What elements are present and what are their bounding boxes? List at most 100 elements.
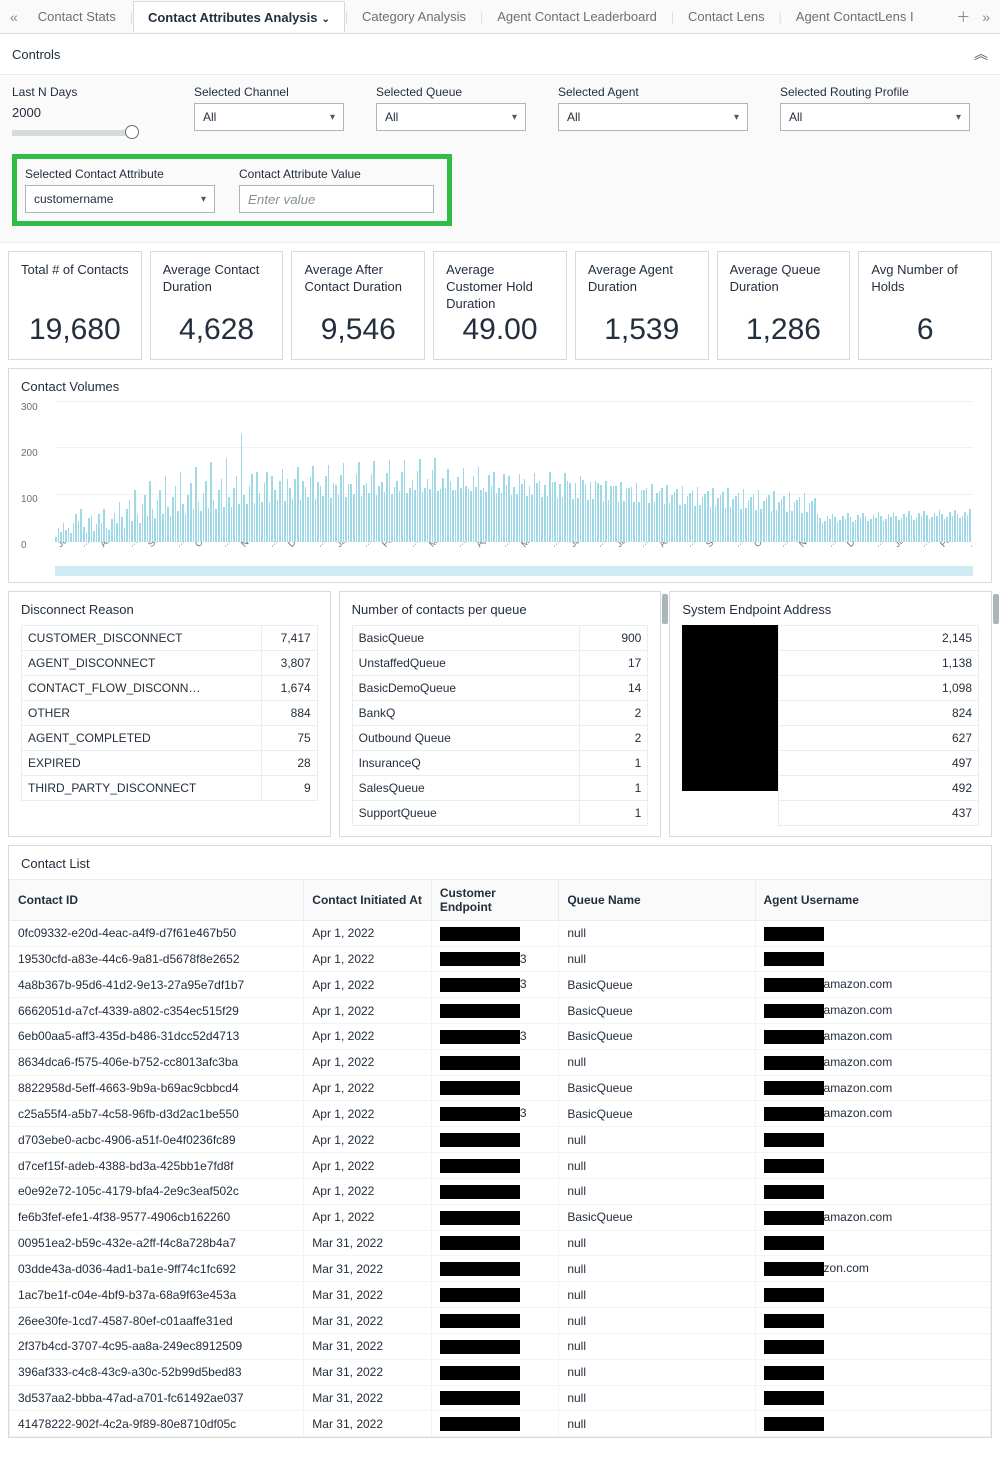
chart-bar[interactable] xyxy=(654,502,656,541)
chart-bar[interactable] xyxy=(748,500,750,542)
chart-bar[interactable] xyxy=(572,499,574,542)
chart-bar[interactable] xyxy=(745,508,747,542)
chart-bar[interactable] xyxy=(590,482,592,542)
chart-bar[interactable] xyxy=(371,474,373,542)
chart-bar[interactable] xyxy=(847,513,849,541)
chart-bar[interactable] xyxy=(926,515,928,542)
table-row[interactable]: 396af333-c4c8-43c9-a30c-52b99d5bed83Mar … xyxy=(10,1359,991,1385)
tab-contact-stats[interactable]: Contact Stats xyxy=(24,1,130,32)
chart-bar[interactable] xyxy=(277,500,279,542)
chart-bar[interactable] xyxy=(114,513,116,542)
chart-bar[interactable] xyxy=(366,483,368,542)
chart-bar[interactable] xyxy=(297,467,299,542)
chart-bar[interactable] xyxy=(249,486,251,542)
chart-bar[interactable] xyxy=(885,519,887,542)
chart-bar[interactable] xyxy=(175,486,177,542)
chart-bar[interactable] xyxy=(923,511,925,542)
selected-queue-select[interactable]: All ▾ xyxy=(376,103,526,131)
chart-bar[interactable] xyxy=(725,508,727,542)
chart-bar[interactable] xyxy=(241,434,243,541)
chart-bar[interactable] xyxy=(809,503,811,541)
chart-bar[interactable] xyxy=(305,487,307,542)
chart-bar[interactable] xyxy=(498,488,500,542)
chart-bar[interactable] xyxy=(697,487,699,542)
chart-bar[interactable] xyxy=(389,460,391,541)
chart-bar[interactable] xyxy=(613,486,615,542)
chart-bar[interactable] xyxy=(266,472,268,542)
selected-agent-select[interactable]: All ▾ xyxy=(558,103,748,131)
chart-bar[interactable] xyxy=(615,486,617,542)
chart-bar[interactable] xyxy=(597,483,599,542)
chart-bar[interactable] xyxy=(669,503,671,541)
chart-bar[interactable] xyxy=(434,458,436,542)
chart-bar[interactable] xyxy=(722,492,724,541)
chart-bar[interactable] xyxy=(949,512,951,541)
chart-bar[interactable] xyxy=(911,515,913,542)
chart-bar[interactable] xyxy=(88,518,90,541)
chart-bar[interactable] xyxy=(720,495,722,542)
chart-bar[interactable] xyxy=(636,483,638,542)
chart-bar[interactable] xyxy=(664,504,666,541)
chart-bar[interactable] xyxy=(957,514,959,542)
chart-bar[interactable] xyxy=(962,516,964,541)
chart-bar[interactable] xyxy=(643,490,645,541)
chart-bar[interactable] xyxy=(577,498,579,542)
chart-bar[interactable] xyxy=(908,511,910,541)
chart-bar[interactable] xyxy=(679,505,681,541)
chart-bar[interactable] xyxy=(345,497,347,542)
chart-bar[interactable] xyxy=(618,502,620,542)
table-row[interactable]: BasicDemoQueue14 xyxy=(352,675,648,700)
chart-bar[interactable] xyxy=(394,487,396,542)
column-header[interactable]: Contact Initiated At xyxy=(304,879,432,920)
column-header[interactable]: Contact ID xyxy=(10,879,304,920)
tab-agent-contactlens-i[interactable]: Agent ContactLens I xyxy=(782,1,928,32)
chart-bar[interactable] xyxy=(378,486,380,542)
table-row[interactable]: 3d537aa2-bbba-47ad-a701-fc61492ae037Mar … xyxy=(10,1385,991,1411)
chart-bar[interactable] xyxy=(862,513,864,542)
chart-bar[interactable] xyxy=(587,500,589,542)
chart-bar[interactable] xyxy=(80,509,82,542)
chart-bar[interactable] xyxy=(322,496,324,542)
chart-bar[interactable] xyxy=(361,496,363,542)
chart-bar[interactable] xyxy=(804,493,806,542)
chart-bar[interactable] xyxy=(376,495,378,542)
chart-bar[interactable] xyxy=(903,514,905,542)
chart-bar[interactable] xyxy=(414,490,416,541)
chart-bar[interactable] xyxy=(399,491,401,541)
chart-bar[interactable] xyxy=(595,481,597,542)
chart-bar[interactable] xyxy=(101,523,103,542)
column-header[interactable]: Queue Name xyxy=(559,879,755,920)
table-row[interactable]: InsuranceQ1 xyxy=(352,750,648,775)
chart-bar[interactable] xyxy=(605,481,607,542)
chart-bar[interactable] xyxy=(137,514,139,542)
chart-bar[interactable] xyxy=(628,488,630,542)
chart-bar[interactable] xyxy=(491,486,493,542)
chart-bar[interactable] xyxy=(182,504,184,541)
chart-bar[interactable] xyxy=(396,481,398,542)
chart-bar[interactable] xyxy=(918,513,920,541)
chart-bar[interactable] xyxy=(829,519,831,541)
chart-bar[interactable] xyxy=(307,497,309,541)
tab-contact-attributes-analysis[interactable]: Contact Attributes Analysis⌄ xyxy=(133,1,345,32)
table-row[interactable]: 19530cfd-a83e-44c6-9a81-d5678f8e2652Apr … xyxy=(10,946,991,972)
chart-bar[interactable] xyxy=(730,507,732,542)
chart-bar[interactable] xyxy=(312,466,314,542)
chart-bar[interactable] xyxy=(944,519,946,542)
chart-bar[interactable] xyxy=(603,501,605,542)
chart-bar[interactable] xyxy=(710,507,712,542)
chart-bar[interactable] xyxy=(463,468,465,542)
chart-bar[interactable] xyxy=(562,497,564,542)
chart-bar[interactable] xyxy=(427,479,429,542)
chart-bar[interactable] xyxy=(422,492,424,541)
table-row[interactable]: BasicQueue900 xyxy=(352,625,648,650)
chart-bar[interactable] xyxy=(279,481,281,542)
chart-bar[interactable] xyxy=(228,497,230,541)
chart-bar[interactable] xyxy=(261,502,263,542)
chart-bar[interactable] xyxy=(702,497,704,542)
chart-bar[interactable] xyxy=(124,528,126,542)
chart-bar[interactable] xyxy=(531,495,533,542)
chart-bar[interactable] xyxy=(852,522,854,542)
chart-bar[interactable] xyxy=(845,519,847,542)
chart-bar[interactable] xyxy=(215,509,217,542)
chart-bar[interactable] xyxy=(269,502,271,542)
